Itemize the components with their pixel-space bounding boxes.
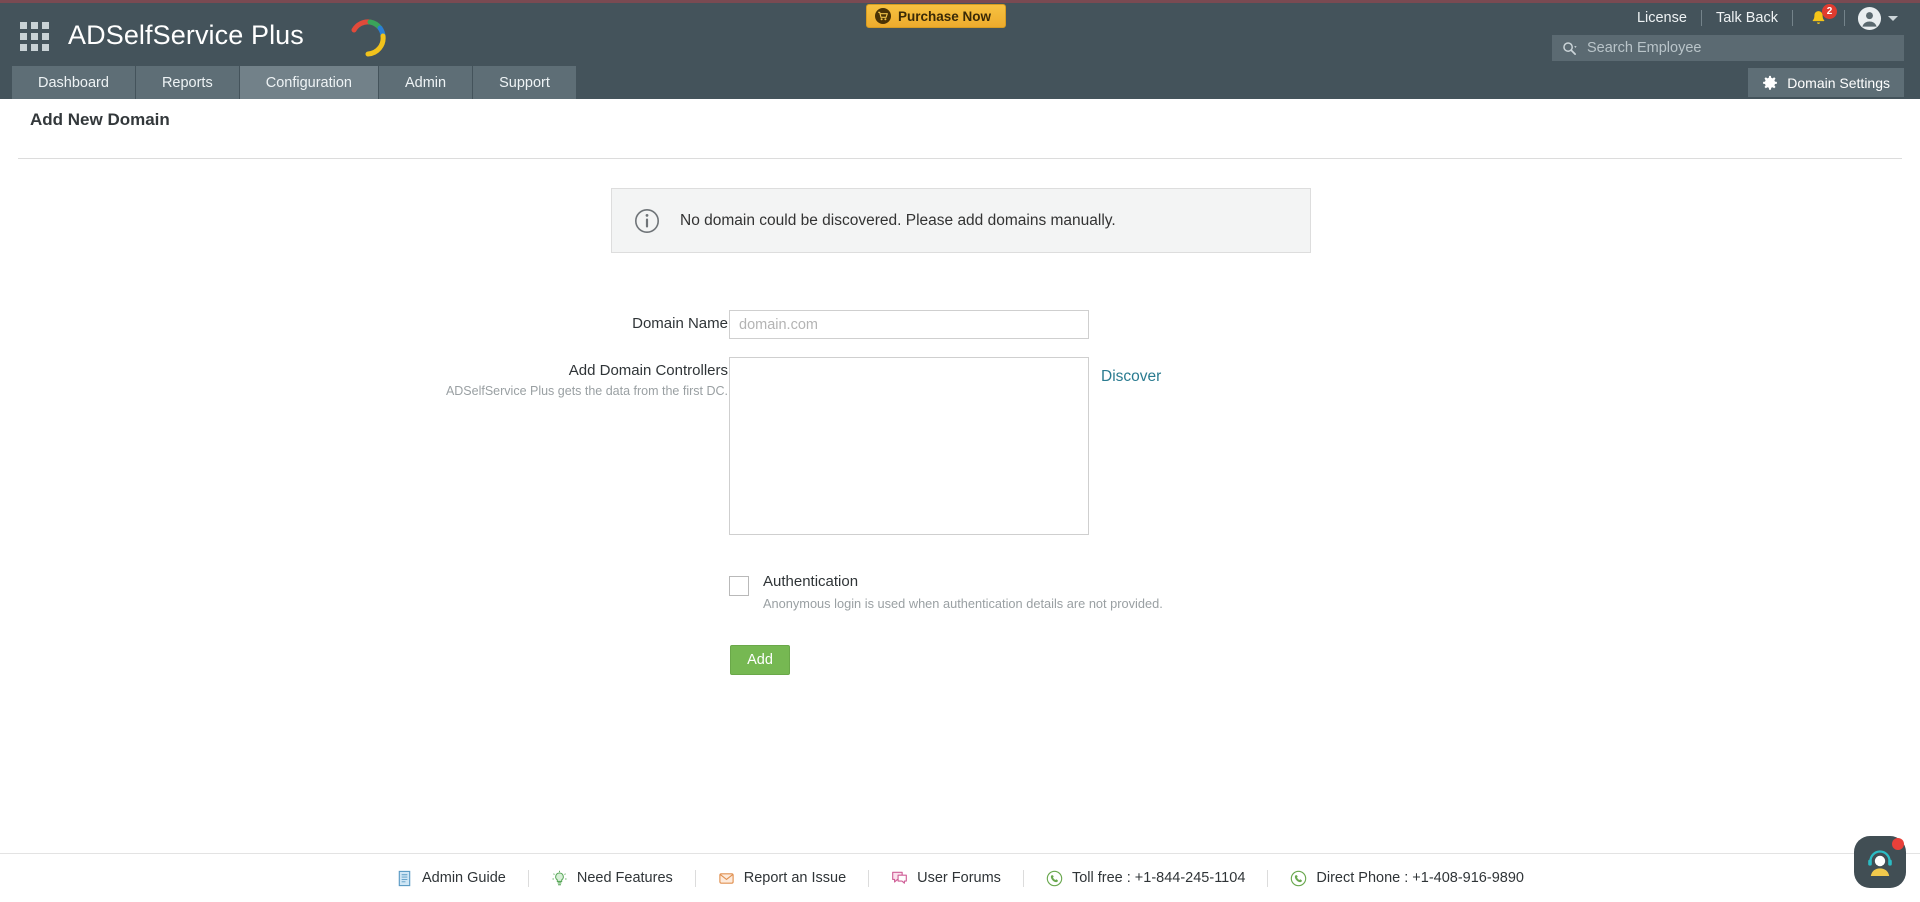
domain-name-input[interactable] bbox=[729, 310, 1089, 339]
nav-tabs: Dashboard Reports Configuration Admin Su… bbox=[12, 66, 577, 99]
brand-logo[interactable]: ADSelfService Plus bbox=[68, 15, 386, 57]
page-title: Add New Domain bbox=[30, 110, 170, 129]
notifications-button[interactable]: 2 bbox=[1793, 3, 1844, 28]
tab-reports[interactable]: Reports bbox=[135, 66, 240, 99]
footer-link-admin-guide[interactable]: Admin Guide bbox=[374, 870, 528, 887]
document-icon bbox=[398, 870, 411, 886]
phone-icon bbox=[1046, 870, 1063, 886]
license-link[interactable]: License bbox=[1623, 10, 1701, 26]
purchase-now-label: Purchase Now bbox=[898, 8, 992, 24]
main-navigation: Dashboard Reports Configuration Admin Su… bbox=[0, 66, 1920, 99]
domain-controllers-label: Add Domain Controllers bbox=[568, 362, 728, 379]
gear-icon bbox=[1763, 75, 1778, 90]
authentication-label: Authentication bbox=[763, 573, 859, 590]
domain-settings-button[interactable]: Domain Settings bbox=[1748, 68, 1904, 97]
app-header: ADSelfService Plus Purchase Now License … bbox=[0, 3, 1920, 66]
chat-bubble-icon bbox=[892, 871, 908, 884]
apps-grid-icon[interactable] bbox=[20, 22, 50, 51]
footer-link-label: Toll free : +1-844-245-1104 bbox=[1071, 870, 1246, 886]
authentication-text-group: Authentication Anonymous login is used w… bbox=[763, 573, 1163, 611]
domain-controllers-label-group: Add Domain Controllers ADSelfService Plu… bbox=[168, 362, 728, 400]
domain-controllers-hint: ADSelfService Plus gets the data from th… bbox=[445, 384, 728, 398]
info-banner-text: No domain could be discovered. Please ad… bbox=[680, 211, 1116, 229]
brand-name: ADSelfService Plus bbox=[68, 19, 304, 50]
authentication-hint: Anonymous login is used when authenticat… bbox=[763, 596, 1163, 611]
search-input[interactable] bbox=[1585, 39, 1894, 57]
brand-swoosh-icon bbox=[351, 19, 386, 57]
info-circle-icon bbox=[635, 208, 659, 233]
tab-support[interactable]: Support bbox=[473, 66, 577, 99]
tab-admin[interactable]: Admin bbox=[378, 66, 474, 99]
info-banner: No domain could be discovered. Please ad… bbox=[611, 188, 1311, 253]
talk-back-link[interactable]: Talk Back bbox=[1702, 10, 1792, 26]
notification-dot bbox=[1892, 838, 1904, 850]
support-agent-icon bbox=[1868, 850, 1892, 876]
app-page: ADSelfService Plus Purchase Now License … bbox=[0, 0, 1920, 902]
footer-link-label: Report an Issue bbox=[743, 870, 847, 886]
phone-icon bbox=[1291, 870, 1307, 886]
app-footer: Admin Guide Need Features Report an Issu… bbox=[0, 854, 1920, 902]
footer-link-need-features[interactable]: Need Features bbox=[529, 870, 695, 887]
footer-link-label: Need Features bbox=[576, 870, 673, 886]
chevron-down-icon bbox=[1888, 15, 1898, 21]
footer-link-report-issue[interactable]: Report an Issue bbox=[696, 870, 868, 887]
footer-link-label: Direct Phone : +1-408-916-9890 bbox=[1316, 870, 1524, 886]
footer-link-user-forums[interactable]: User Forums bbox=[869, 870, 1023, 887]
purchase-now-button[interactable]: Purchase Now bbox=[866, 4, 1007, 28]
add-button[interactable]: Add bbox=[730, 645, 790, 675]
user-avatar-icon bbox=[1857, 6, 1882, 30]
notification-badge: 2 bbox=[1822, 3, 1837, 19]
domain-controllers-field-group bbox=[729, 357, 1089, 540]
domain-name-label: Domain Name bbox=[632, 315, 728, 332]
support-chat-button[interactable] bbox=[1854, 836, 1906, 888]
header-actions: License Talk Back 2 bbox=[1623, 3, 1902, 31]
search-employee-box[interactable] bbox=[1552, 35, 1904, 61]
domain-settings-label: Domain Settings bbox=[1787, 74, 1890, 91]
cart-icon bbox=[875, 8, 891, 24]
footer-direct-phone[interactable]: Direct Phone : +1-408-916-9890 bbox=[1268, 870, 1546, 887]
title-divider bbox=[18, 158, 1902, 159]
domain-name-field-group bbox=[729, 310, 1089, 339]
footer-toll-free-phone[interactable]: Toll free : +1-844-245-1104 bbox=[1024, 870, 1267, 887]
domain-controllers-textarea[interactable] bbox=[729, 357, 1089, 535]
footer-link-label: Admin Guide bbox=[422, 870, 506, 886]
user-menu-button[interactable] bbox=[1845, 6, 1902, 31]
tab-configuration[interactable]: Configuration bbox=[239, 66, 379, 99]
footer-link-label: User Forums bbox=[917, 870, 1001, 886]
envelope-icon bbox=[719, 872, 734, 884]
authentication-checkbox[interactable] bbox=[729, 576, 749, 596]
lightbulb-icon bbox=[552, 870, 567, 885]
domain-name-label-group: Domain Name bbox=[168, 315, 728, 332]
tab-dashboard[interactable]: Dashboard bbox=[12, 66, 136, 99]
discover-link[interactable]: Discover bbox=[1101, 368, 1161, 386]
authentication-group: Authentication Anonymous login is used w… bbox=[729, 573, 1163, 611]
search-icon bbox=[1563, 41, 1577, 55]
